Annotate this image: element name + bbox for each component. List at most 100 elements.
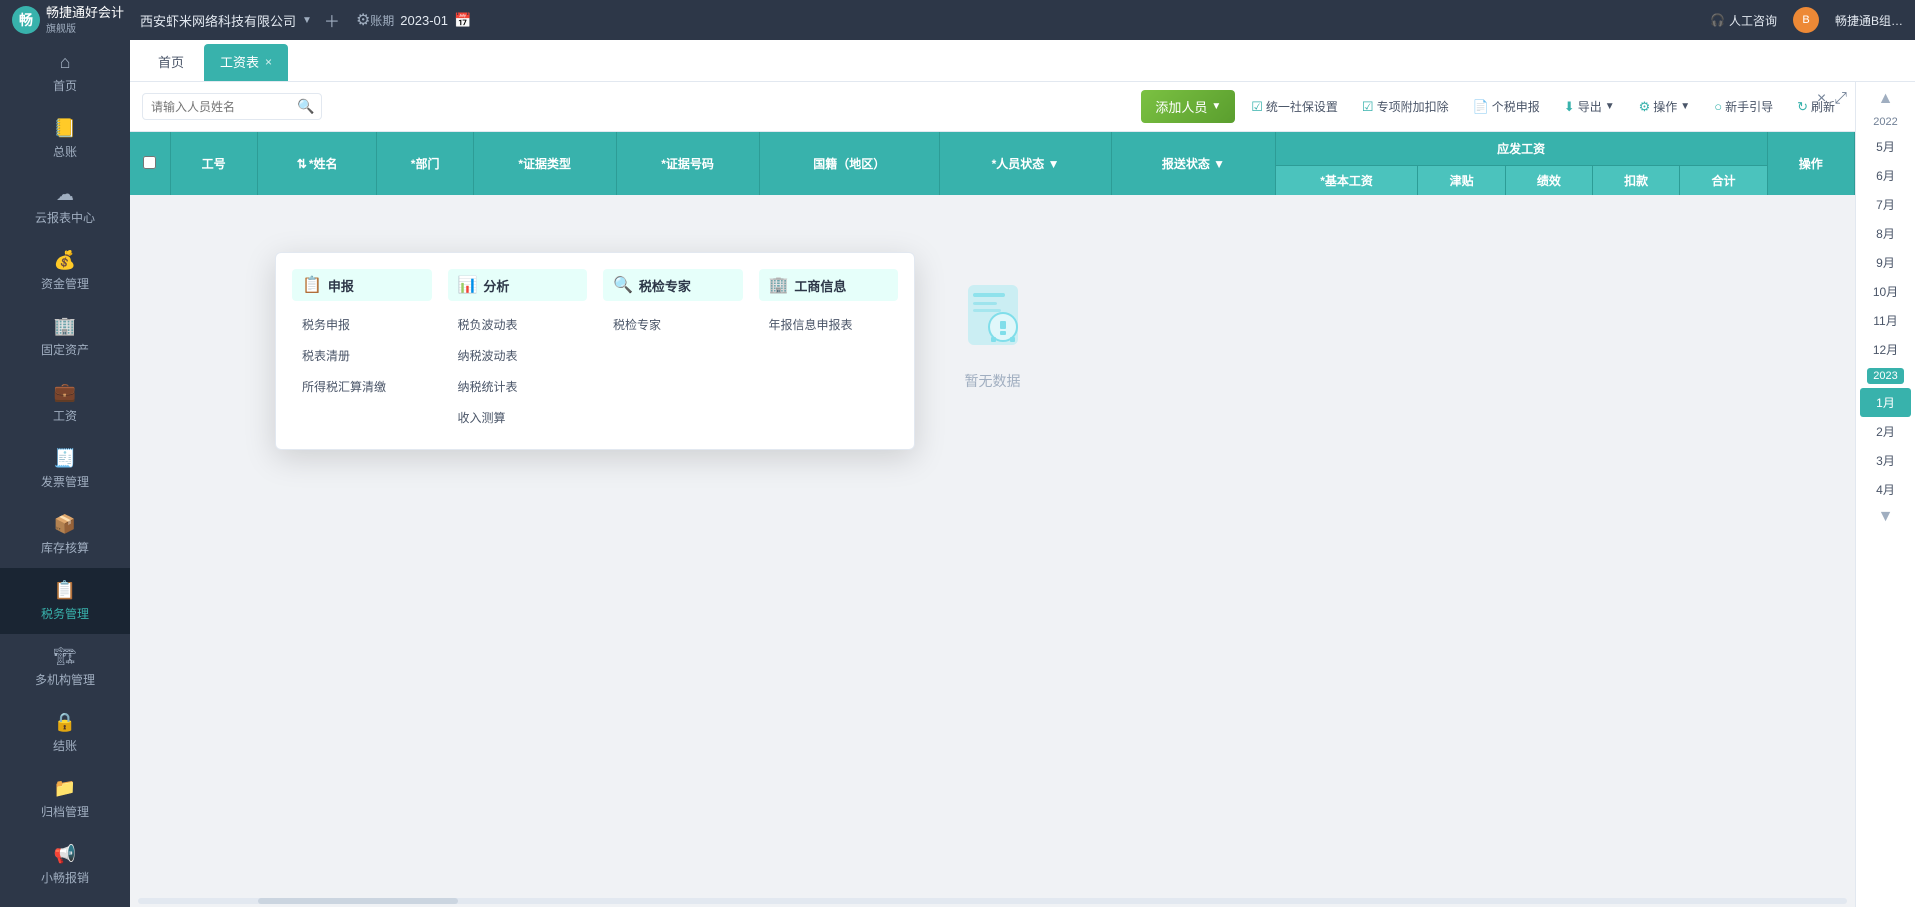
new-guide-label: 新手引导	[1725, 98, 1773, 115]
user-name[interactable]: 畅捷通B组…	[1835, 12, 1903, 29]
sidebar-item-funds[interactable]: 💰 资金管理	[0, 238, 130, 304]
search-input[interactable]	[151, 100, 291, 114]
sidebar-item-salary[interactable]: 💼 工资	[0, 370, 130, 436]
business-info-section-icon: 🏢	[769, 275, 789, 295]
calendar-up-nav[interactable]: ▲	[1874, 86, 1898, 112]
sidebar-item-archive[interactable]: 📁 归档管理	[0, 766, 130, 832]
cal-month-2022-9[interactable]: 9月	[1856, 248, 1915, 277]
search-icon[interactable]: 🔍	[297, 98, 314, 115]
cal-month-2023-1[interactable]: 1月	[1860, 388, 1911, 417]
window-controls: × ⤢	[1817, 90, 1847, 108]
sidebar-item-inventory[interactable]: 📦 库存核算	[0, 502, 130, 568]
special-deduction-button[interactable]: ☑ 专项附加扣除	[1354, 93, 1457, 120]
sidebar-item-ledger[interactable]: 📒 总账	[0, 106, 130, 172]
tax-expert-section-label: 税检专家	[639, 276, 691, 295]
filter-icon-status[interactable]: ▼	[1048, 157, 1060, 171]
calendar-year-2022: 2022	[1873, 112, 1897, 132]
dropdown-section-analysis: 📊 分析 税负波动表 纳税波动表 纳税统计表 收入测算	[448, 269, 588, 433]
operations-label: 操作	[1653, 98, 1677, 115]
tax-report-button[interactable]: 📄 个税申报	[1465, 93, 1548, 120]
cal-month-2022-8[interactable]: 8月	[1856, 219, 1915, 248]
analysis-section-icon: 📊	[458, 275, 478, 295]
settings-button[interactable]: ⚙	[356, 10, 370, 30]
cal-month-2023-2[interactable]: 2月	[1856, 417, 1915, 446]
close-window-button[interactable]: ×	[1817, 90, 1826, 108]
sidebar-item-tax[interactable]: 📋 税务管理	[0, 568, 130, 634]
tab-home[interactable]: 首页	[142, 44, 200, 81]
operations-dropdown-icon: ▼	[1680, 101, 1690, 112]
tab-home-label: 首页	[158, 55, 184, 70]
menu-item-tax-burden[interactable]: 税负波动表	[448, 309, 588, 340]
expand-window-button[interactable]: ⤢	[1834, 90, 1847, 108]
dropdown-section-tax-expert: 🔍 税检专家 税检专家	[603, 269, 743, 433]
sidebar-item-label-multi: 多机构管理	[35, 671, 95, 688]
sidebar-item-multi[interactable]: 🏗 多机构管理	[0, 634, 130, 700]
operations-icon: ⚙	[1639, 99, 1651, 115]
sidebar-item-home[interactable]: ⌂ 首页	[0, 40, 130, 106]
xiaochang-icon: 📢	[54, 844, 76, 865]
select-all-checkbox[interactable]	[143, 156, 156, 169]
th-checkbox[interactable]	[130, 132, 170, 195]
th-total: 合计	[1680, 166, 1767, 196]
scrollbar-thumb[interactable]	[258, 898, 458, 904]
add-button[interactable]: ＋	[324, 8, 340, 32]
sort-icon-name[interactable]: ⇅	[297, 157, 307, 171]
sidebar-item-basic[interactable]: ⚙ 基础设置	[0, 898, 130, 907]
sidebar-item-close[interactable]: 🔒 结账	[0, 700, 130, 766]
sidebar-item-cloud[interactable]: ☁ 云报表中心	[0, 172, 130, 238]
cal-month-2023-3[interactable]: 3月	[1856, 446, 1915, 475]
toolbar: 🔍 添加人员 ▼ ☑ 统一社保设置 ☑ 专项附加扣除	[130, 82, 1855, 132]
tab-salary-table[interactable]: 工资表 ×	[204, 44, 288, 81]
sidebar-item-invoice[interactable]: 🧾 发票管理	[0, 436, 130, 502]
dropdown-section-business-info: 🏢 工商信息 年报信息申报表	[759, 269, 899, 433]
menu-item-income-tax-calc[interactable]: 所得税汇算清缴	[292, 371, 432, 402]
dropdown-section-declaration: 📋 申报 税务申报 税表清册 所得税汇算清缴	[292, 269, 432, 433]
menu-item-tax-declare[interactable]: 税务申报	[292, 309, 432, 340]
tabs-bar: 首页 工资表 ×	[130, 40, 1915, 82]
operations-button[interactable]: ⚙ 操作 ▼	[1631, 93, 1699, 120]
search-input-wrap: 🔍	[142, 93, 322, 120]
table-container[interactable]: 工号 ⇅*姓名 *部门 *证据类型 *证据号码 国籍（地区）	[130, 132, 1855, 895]
th-number: 工号	[170, 132, 257, 195]
tax-icon: 📋	[54, 580, 76, 601]
menu-item-tax-payment[interactable]: 纳税波动表	[448, 340, 588, 371]
th-cert-no: *证据号码	[616, 132, 759, 195]
company-selector[interactable]: 西安虾米网络科技有限公司 ▼	[140, 11, 312, 30]
new-guide-button[interactable]: ○ 新手引导	[1706, 93, 1781, 120]
main-layout: ⌂ 首页 📒 总账 ☁ 云报表中心 💰 资金管理 🏢 固定资产 💼 工资 🧾 发…	[0, 40, 1915, 907]
sidebar-item-assets[interactable]: 🏢 固定资产	[0, 304, 130, 370]
cloud-icon: ☁	[56, 184, 74, 205]
cal-month-2023-4[interactable]: 4月	[1856, 475, 1915, 504]
cal-month-2022-6[interactable]: 6月	[1856, 161, 1915, 190]
calendar-icon[interactable]: 📅	[454, 12, 471, 29]
business-info-section-label: 工商信息	[794, 276, 846, 295]
bottom-scrollbar[interactable]	[130, 895, 1855, 907]
menu-item-annual-report[interactable]: 年报信息申报表	[759, 309, 899, 340]
dropdown-section-title-declaration: 📋 申报	[292, 269, 432, 301]
cal-month-2022-12[interactable]: 12月	[1856, 335, 1915, 364]
sidebar-item-xiaochang[interactable]: 📢 小畅报销	[0, 832, 130, 898]
scrollbar-track	[138, 898, 1847, 904]
sidebar-item-label-assets: 固定资产	[41, 341, 89, 358]
menu-item-tax-table[interactable]: 税表清册	[292, 340, 432, 371]
add-person-button[interactable]: 添加人员 ▼	[1141, 90, 1235, 123]
export-button[interactable]: ⬇ 导出 ▼	[1556, 93, 1623, 120]
menu-item-tax-stats[interactable]: 纳税统计表	[448, 371, 588, 402]
export-label: 导出	[1578, 98, 1602, 115]
cal-month-2022-7[interactable]: 7月	[1856, 190, 1915, 219]
filter-icon-report[interactable]: ▼	[1213, 157, 1225, 171]
calendar-down-nav[interactable]: ▼	[1874, 504, 1898, 530]
menu-item-income-calc[interactable]: 收入测算	[448, 402, 588, 433]
cal-month-2022-10[interactable]: 10月	[1856, 277, 1915, 306]
app-subtitle: 旗舰版	[46, 20, 124, 35]
menu-item-tax-expert[interactable]: 税检专家	[603, 309, 743, 340]
company-name: 西安虾米网络科技有限公司	[140, 11, 296, 30]
cal-month-2022-11[interactable]: 11月	[1856, 306, 1915, 335]
tab-close-icon[interactable]: ×	[265, 55, 272, 69]
cal-month-2022-5[interactable]: 5月	[1856, 132, 1915, 161]
social-insurance-button[interactable]: ☑ 统一社保设置	[1243, 93, 1346, 120]
sidebar: ⌂ 首页 📒 总账 ☁ 云报表中心 💰 资金管理 🏢 固定资产 💼 工资 🧾 发…	[0, 40, 130, 907]
human-service-button[interactable]: 🎧 人工咨询	[1710, 12, 1777, 29]
th-name: ⇅*姓名	[257, 132, 377, 195]
app-title-block: 畅捷通好会计 旗舰版	[46, 5, 124, 36]
